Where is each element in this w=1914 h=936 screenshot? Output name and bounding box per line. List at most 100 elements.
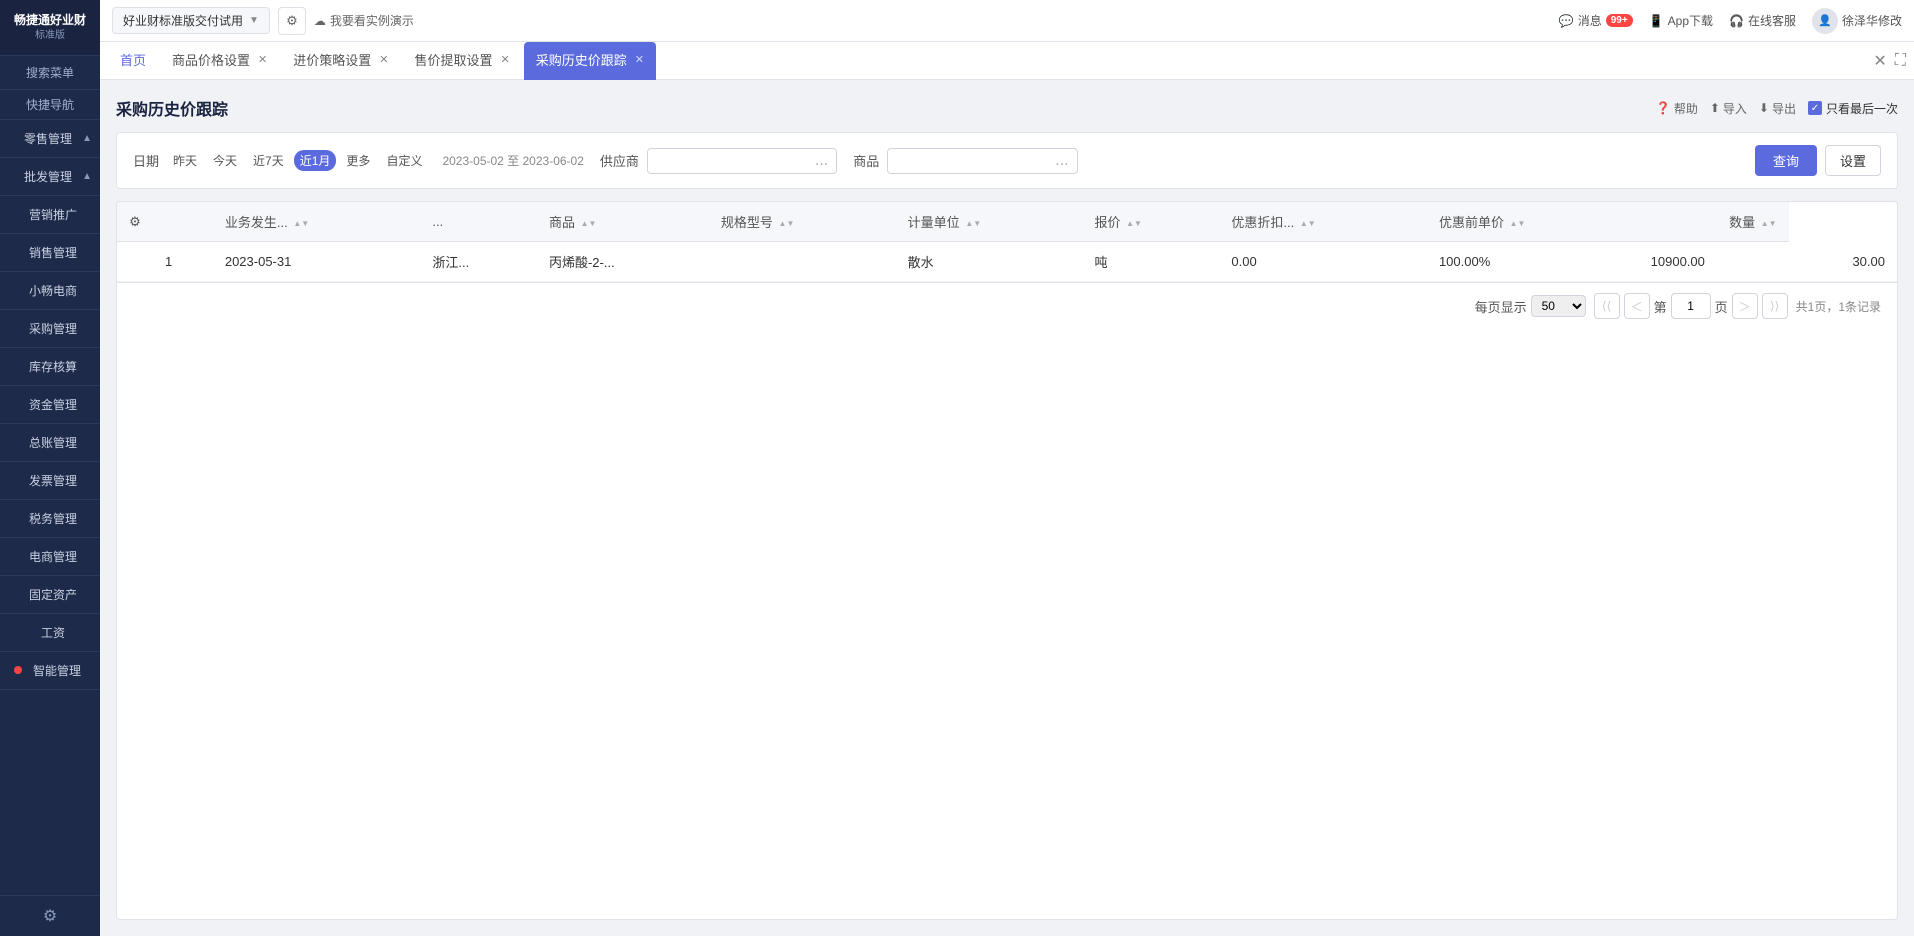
- sidebar-item-smart[interactable]: 智能管理: [0, 652, 100, 690]
- page-last-button[interactable]: ⟩⟩: [1762, 293, 1788, 319]
- sort-spec-icon[interactable]: ▲▼: [779, 220, 795, 228]
- sidebar-gear-icon[interactable]: ⚙: [43, 908, 57, 925]
- sort-date-icon[interactable]: ▲▼: [293, 220, 309, 228]
- message-button[interactable]: 💬 消息 99+: [1559, 12, 1633, 29]
- settings-button[interactable]: 设置: [1825, 145, 1881, 176]
- date-option-last1m[interactable]: 近1月: [294, 150, 337, 171]
- col-extra[interactable]: ...: [420, 202, 537, 242]
- col-supplier[interactable]: 商品 ▲▼: [537, 202, 709, 242]
- last-only-checkbox-row[interactable]: ✓ 只看最后一次: [1808, 100, 1898, 117]
- page-header: 采购历史价跟踪 ❓ 帮助 ⬆ 导入 ⬇ 导出 ✓ 只: [116, 96, 1898, 120]
- col-date[interactable]: 业务发生... ▲▼: [213, 202, 421, 242]
- col-spec[interactable]: 规格型号 ▲▼: [709, 202, 896, 242]
- tabs-right: ✕ ⛶: [1873, 51, 1906, 71]
- tab-sale-price-close-icon[interactable]: ✕: [501, 53, 510, 66]
- page-suffix: 页: [1715, 297, 1728, 316]
- app-logo-title: 畅捷通好业财: [8, 12, 92, 29]
- tab-price[interactable]: 商品价格设置 ✕: [160, 42, 279, 80]
- date-option-today[interactable]: 今天: [207, 150, 243, 171]
- row-date-cell: 2023-05-31: [213, 242, 421, 282]
- row-goods-cell: 丙烯酸-2-...: [537, 242, 709, 282]
- tab-maximize-icon[interactable]: ⛶: [1895, 52, 1906, 70]
- sidebar-item-marketing[interactable]: 营销推广: [0, 196, 100, 234]
- goods-dots-icon[interactable]: ...: [1055, 152, 1068, 170]
- goods-input-wrap[interactable]: ...: [887, 148, 1077, 174]
- supplier-input-wrap[interactable]: ...: [647, 148, 837, 174]
- date-option-yesterday[interactable]: 昨天: [167, 150, 203, 171]
- sidebar-search[interactable]: 搜索菜单: [0, 56, 100, 90]
- export-link[interactable]: ⬇ 导出: [1759, 100, 1796, 117]
- per-page-dropdown[interactable]: 50 100 200: [1531, 295, 1586, 317]
- col-price[interactable]: 报价 ▲▼: [1082, 202, 1219, 242]
- import-link[interactable]: ⬆ 导入: [1710, 100, 1747, 117]
- col-date-label: 业务发生...: [225, 215, 288, 230]
- topbar-settings-button[interactable]: ⚙: [278, 7, 306, 35]
- sort-supplier-icon[interactable]: ▲▼: [581, 220, 597, 228]
- col-settings[interactable]: ⚙: [117, 202, 153, 242]
- app-selector[interactable]: 好业财标准版交付试用 ▼: [112, 7, 270, 34]
- col-discount[interactable]: 优惠折扣... ▲▼: [1219, 202, 1427, 242]
- sidebar-item-general-ledger[interactable]: 总账管理: [0, 424, 100, 462]
- sidebar-item-purchase[interactable]: 采购管理: [0, 310, 100, 348]
- sidebar-item-ecommerce[interactable]: 电商管理: [0, 538, 100, 576]
- tab-history-price[interactable]: 采购历史价跟踪 ✕: [524, 42, 656, 80]
- tab-history-price-close-icon[interactable]: ✕: [635, 53, 644, 66]
- sidebar-logo: 畅捷通好业财 标准版: [0, 0, 100, 56]
- sidebar-item-tax[interactable]: 税务管理: [0, 500, 100, 538]
- page-first-button[interactable]: ⟨⟨: [1594, 293, 1620, 319]
- sort-quantity-icon[interactable]: ▲▼: [1761, 220, 1777, 228]
- col-quantity[interactable]: 数量 ▲▼: [1639, 202, 1789, 242]
- retail-arrow-icon: ▲: [82, 133, 92, 144]
- sort-price-icon[interactable]: ▲▼: [1126, 220, 1142, 228]
- demo-link-label: 我要看实例演示: [330, 12, 414, 29]
- query-button[interactable]: 查询: [1755, 145, 1817, 176]
- sidebar-item-finance[interactable]: 资金管理: [0, 386, 100, 424]
- filter-actions: 查询 设置: [1755, 145, 1881, 176]
- page-number-input[interactable]: [1671, 293, 1711, 319]
- goods-input[interactable]: [896, 154, 1051, 168]
- help-link[interactable]: ❓ 帮助: [1656, 100, 1698, 117]
- date-options: 昨天 今天 近7天 近1月 更多 自定义: [167, 150, 428, 171]
- tab-price-close-icon[interactable]: ✕: [258, 53, 267, 66]
- tab-home[interactable]: 首页: [108, 42, 158, 80]
- tab-history-price-label: 采购历史价跟踪: [536, 50, 627, 69]
- sidebar-item-invoice[interactable]: 发票管理: [0, 462, 100, 500]
- col-unit[interactable]: 计量单位 ▲▼: [896, 202, 1083, 242]
- last-only-checkbox[interactable]: ✓: [1808, 101, 1822, 115]
- topbar: 好业财标准版交付试用 ▼ ⚙ ☁ 我要看实例演示 💬 消息 99+ 📱 App下…: [100, 0, 1914, 42]
- sort-unit-icon[interactable]: ▲▼: [965, 220, 981, 228]
- main-area: 好业财标准版交付试用 ▼ ⚙ ☁ 我要看实例演示 💬 消息 99+ 📱 App下…: [100, 0, 1914, 936]
- tab-sale-price[interactable]: 售价提取设置 ✕: [402, 42, 521, 80]
- supplier-dots-icon[interactable]: ...: [815, 152, 828, 170]
- pagination: 每页显示 50 100 200 ⟨⟨ ＜ 第 页 ＞ ⟩⟩ 共1页，1条: [117, 282, 1897, 329]
- page-size-select[interactable]: 每页显示 50 100 200: [1475, 295, 1586, 317]
- sidebar-item-wholesale[interactable]: 批发管理 ▲: [0, 158, 100, 196]
- wholesale-arrow-icon: ▲: [82, 171, 92, 182]
- sidebar-item-retail[interactable]: 零售管理 ▲: [0, 120, 100, 158]
- tab-purchase-strategy-close-icon[interactable]: ✕: [379, 53, 388, 66]
- sort-discount-icon[interactable]: ▲▼: [1300, 220, 1316, 228]
- demo-link[interactable]: ☁ 我要看实例演示: [314, 12, 414, 29]
- sort-before-price-icon[interactable]: ▲▼: [1510, 220, 1526, 228]
- table-settings-icon[interactable]: ⚙: [129, 214, 141, 229]
- online-service-button[interactable]: 🎧 在线客服: [1729, 12, 1796, 29]
- col-before-price[interactable]: 优惠前单价 ▲▼: [1427, 202, 1639, 242]
- tab-close-window-icon[interactable]: ✕: [1873, 51, 1886, 71]
- sidebar-item-assets[interactable]: 固定资产: [0, 576, 100, 614]
- col-index: [153, 202, 213, 242]
- app-download-button[interactable]: 📱 App下载: [1649, 12, 1713, 29]
- page-prev-button[interactable]: ＜: [1624, 293, 1650, 319]
- sidebar-quick-nav[interactable]: 快捷导航: [0, 90, 100, 120]
- sidebar-item-sales[interactable]: 销售管理: [0, 234, 100, 272]
- user-menu[interactable]: 👤 徐泽华修改: [1812, 8, 1902, 34]
- sidebar-item-payroll[interactable]: 工资: [0, 614, 100, 652]
- date-option-custom[interactable]: 自定义: [380, 150, 428, 171]
- date-option-more[interactable]: 更多: [340, 150, 376, 171]
- tab-purchase-strategy[interactable]: 进价策略设置 ✕: [281, 42, 400, 80]
- page-next-button[interactable]: ＞: [1732, 293, 1758, 319]
- supplier-input[interactable]: [656, 154, 811, 168]
- sidebar-item-inventory[interactable]: 库存核算: [0, 348, 100, 386]
- date-option-last7[interactable]: 近7天: [247, 150, 290, 171]
- headset-icon: 🎧: [1729, 14, 1744, 28]
- sidebar-item-ecommerce-small[interactable]: 小畅电商: [0, 272, 100, 310]
